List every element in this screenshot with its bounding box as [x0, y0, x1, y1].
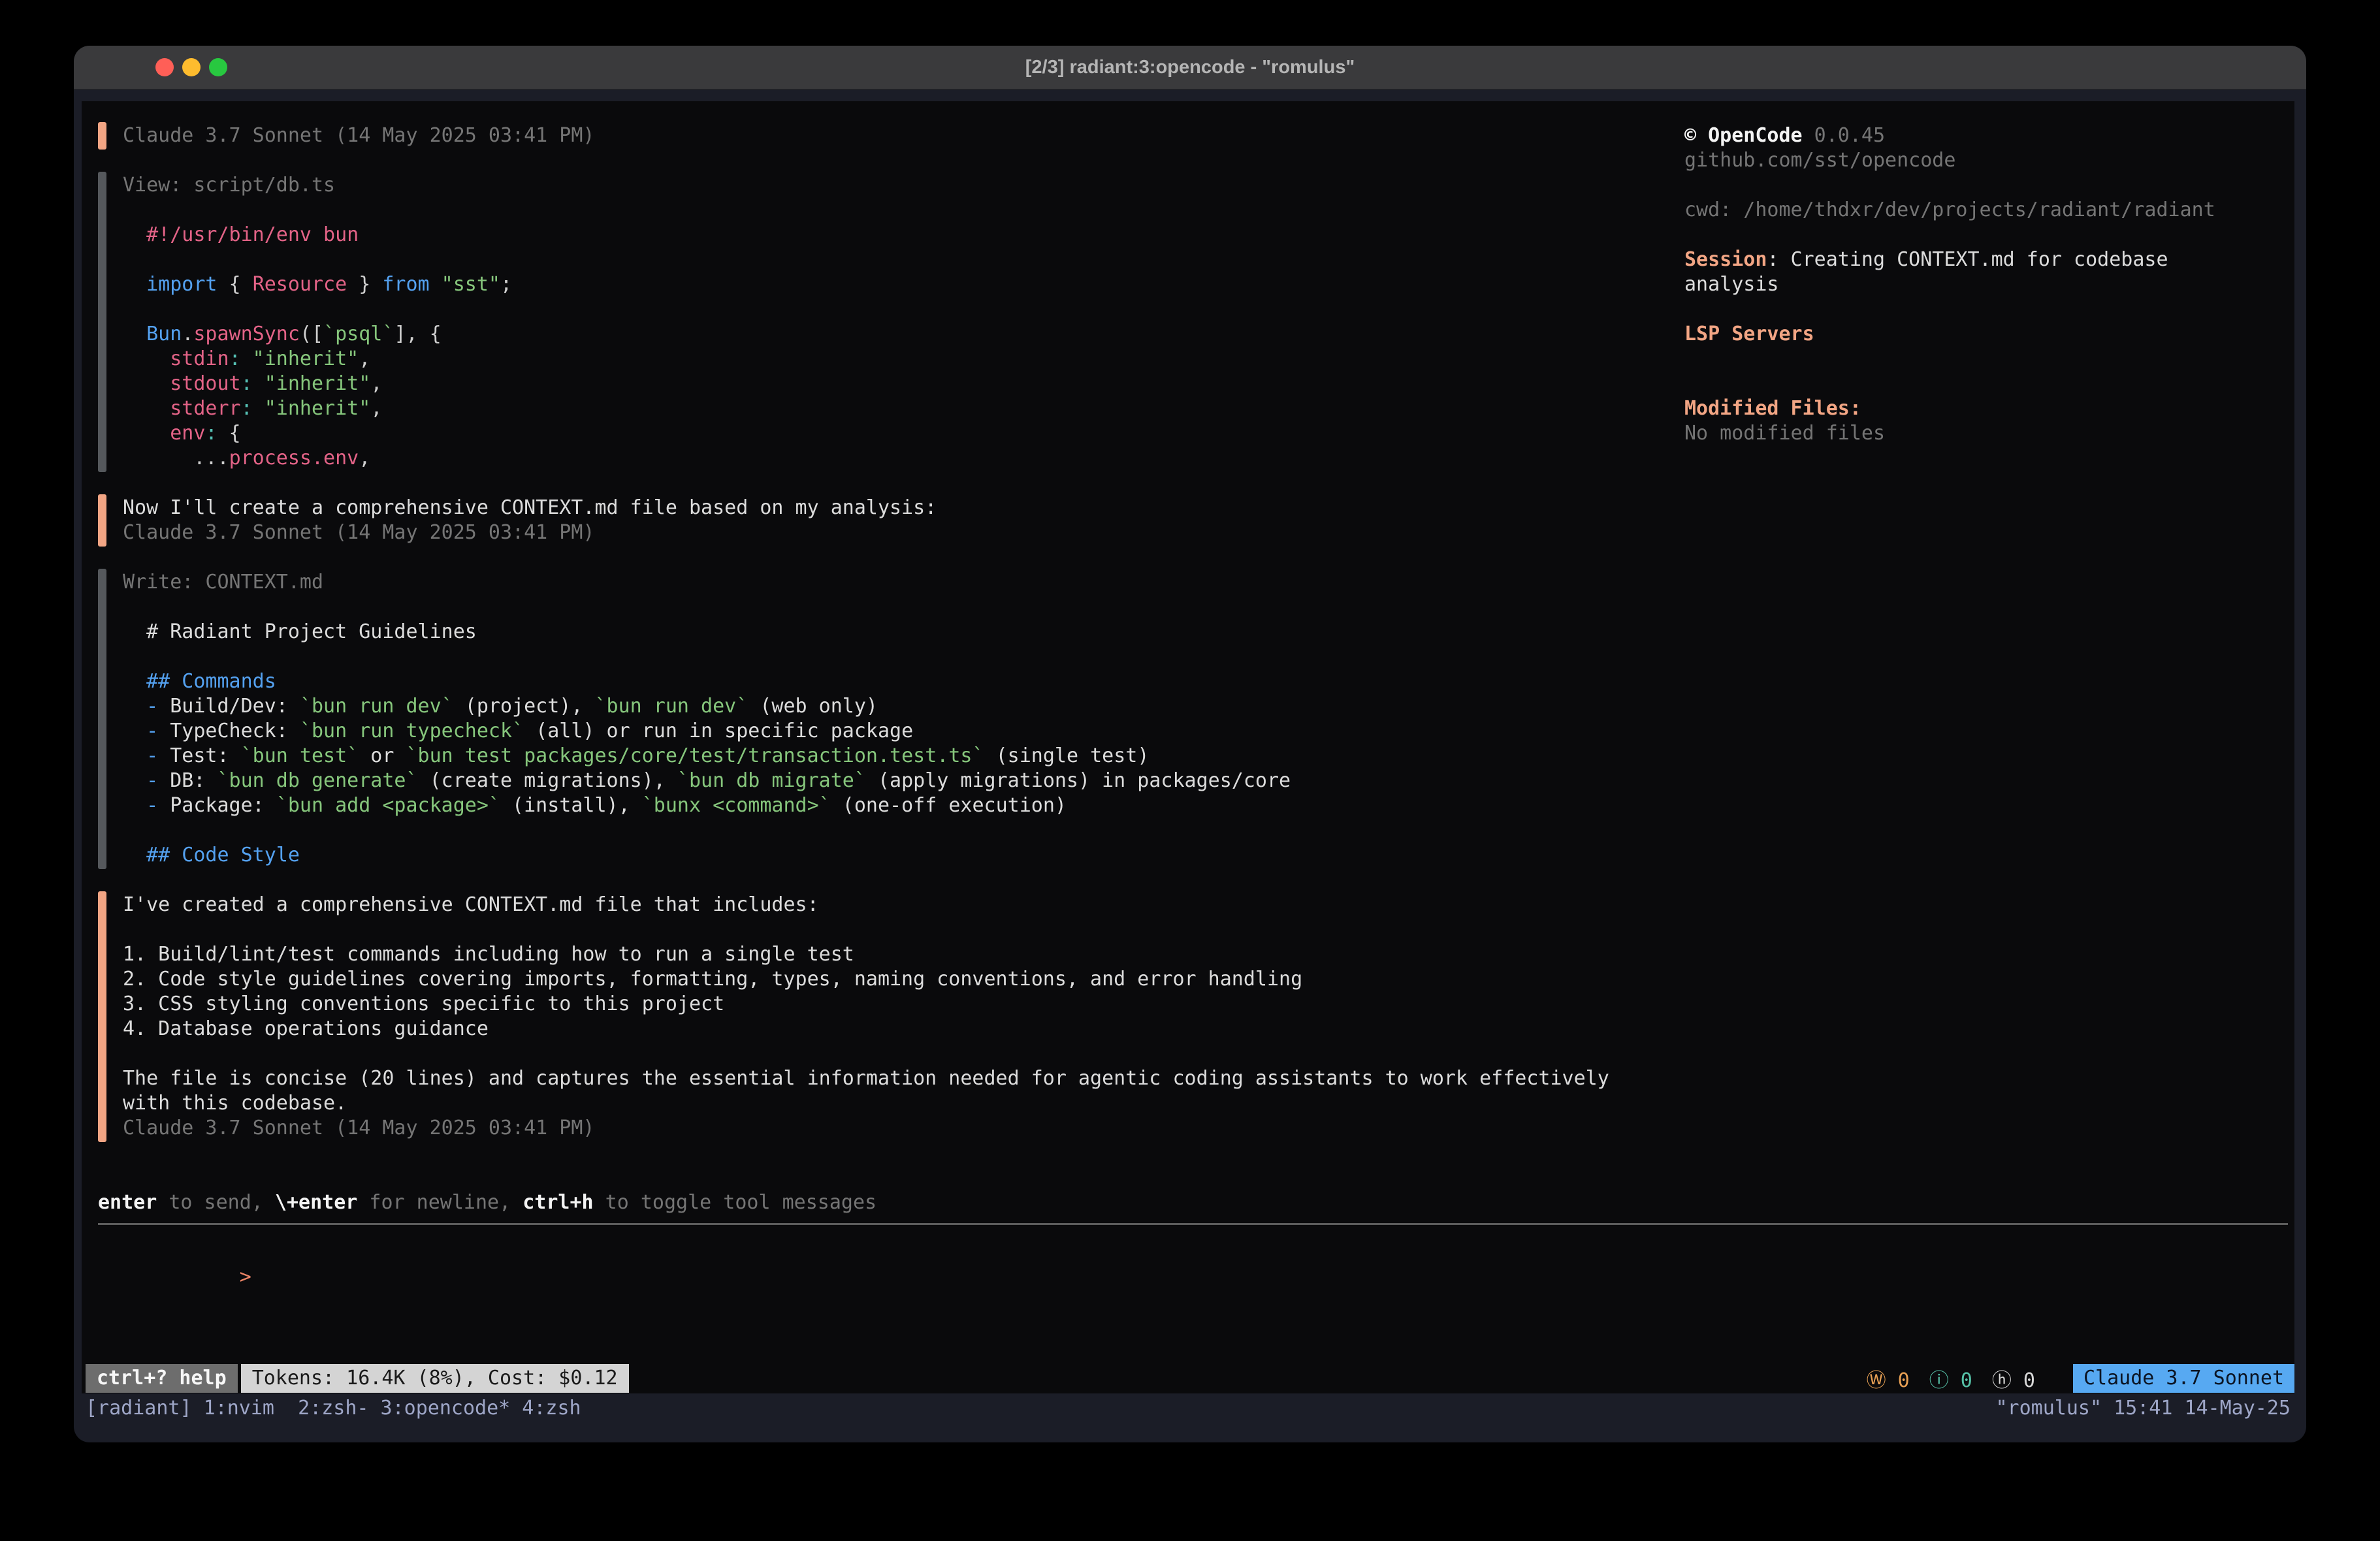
message-accent-bar	[98, 122, 106, 150]
window-title: [2/3] radiant:3:opencode - "romulus"	[1025, 57, 1355, 78]
message-accent-bar	[98, 569, 106, 869]
sidebar-line	[1684, 223, 2215, 247]
sidebar: © OpenCode 0.0.45github.com/sst/opencode…	[1684, 123, 2215, 446]
message-accent-bar	[98, 172, 106, 472]
tokens-cost-chip: Tokens: 16.4K (8%), Cost: $0.12	[241, 1364, 629, 1393]
terminal-line: I've created a comprehensive CONTEXT.md …	[123, 893, 2288, 917]
zoom-button[interactable]	[209, 58, 227, 76]
terminal-line: ## Commands	[123, 669, 2288, 694]
terminal-line: ...process.env,	[123, 446, 2288, 471]
message-block-tool-write: Write: CONTEXT.md # Radiant Project Guid…	[98, 570, 2288, 868]
sidebar-line: Modified Files:	[1684, 396, 2215, 421]
terminal-line: - TypeCheck: `bun run typecheck` (all) o…	[123, 719, 2288, 744]
terminal-line	[123, 644, 2288, 669]
sidebar-line	[1684, 372, 2215, 396]
sidebar-line: Session: Creating CONTEXT.md for codebas…	[1684, 247, 2215, 272]
model-badge: Claude 3.7 Sonnet	[2073, 1364, 2294, 1393]
input-divider	[98, 1223, 2288, 1225]
diagnostic-info-icon: ⓘ 0	[1929, 1369, 1972, 1392]
terminal-line: 1. Build/lint/test commands including ho…	[123, 942, 2288, 967]
sidebar-line: cwd: /home/thdxr/dev/projects/radiant/ra…	[1684, 198, 2215, 223]
sidebar-line	[1684, 173, 2215, 198]
sidebar-line: © OpenCode 0.0.45	[1684, 123, 2215, 148]
sidebar-lines: © OpenCode 0.0.45github.com/sst/opencode…	[1684, 123, 2215, 446]
terminal-line: 2. Code style guidelines covering import…	[123, 967, 2288, 992]
minimize-button[interactable]	[182, 58, 201, 76]
help-shortcut-chip: ctrl+? help	[86, 1364, 238, 1393]
message-block-assistant: I've created a comprehensive CONTEXT.md …	[98, 893, 2288, 1141]
terminal-line: Write: CONTEXT.md	[123, 570, 2288, 595]
message-block-assistant: Now I'll create a comprehensive CONTEXT.…	[98, 496, 2288, 545]
input-hint: enter to send, \+enter for newline, ctrl…	[98, 1190, 2288, 1215]
tmux-session-clock: "romulus" 15:41 14-May-25	[1995, 1397, 2291, 1420]
tmux-windows[interactable]: [radiant] 1:nvim 2:zsh- 3:opencode* 4:zs…	[86, 1397, 581, 1420]
terminal-line: - Package: `bun add <package>` (install)…	[123, 793, 2288, 818]
terminal-body: Claude 3.7 Sonnet (14 May 2025 03:41 PM)…	[74, 89, 2306, 1442]
sidebar-line	[1684, 297, 2215, 322]
terminal-line	[123, 1041, 2288, 1066]
sidebar-line: github.com/sst/opencode	[1684, 148, 2215, 173]
terminal-window: [2/3] radiant:3:opencode - "romulus" Cla…	[74, 46, 2306, 1442]
terminal-line: 3. CSS styling conventions specific to t…	[123, 992, 2288, 1017]
prompt-input[interactable]: >	[98, 1240, 2288, 1265]
opencode-statusbar: ctrl+? help Tokens: 16.4K (8%), Cost: $0…	[86, 1364, 2294, 1393]
terminal-line: - DB: `bun db generate` (create migratio…	[123, 769, 2288, 793]
message-accent-bar	[98, 494, 106, 547]
terminal-line: Now I'll create a comprehensive CONTEXT.…	[123, 496, 2288, 520]
sidebar-line: analysis	[1684, 272, 2215, 297]
terminal-line: # Radiant Project Guidelines	[123, 620, 2288, 644]
sidebar-line	[1684, 347, 2215, 372]
prompt-marker: >	[240, 1265, 251, 1288]
terminal-line: - Test: `bun test` or `bun test packages…	[123, 744, 2288, 769]
sidebar-line: No modified files	[1684, 421, 2215, 446]
terminal-line: The file is concise (20 lines) and captu…	[123, 1066, 2288, 1091]
terminal-line	[123, 595, 2288, 620]
sidebar-line: LSP Servers	[1684, 322, 2215, 347]
diagnostic-warnings-icon: Ⓦ 0	[1867, 1369, 1910, 1392]
terminal-line: Claude 3.7 Sonnet (14 May 2025 03:41 PM)	[123, 1116, 2288, 1141]
terminal-line	[123, 818, 2288, 843]
terminal-line: ## Code Style	[123, 843, 2288, 868]
terminal-line: with this codebase.	[123, 1091, 2288, 1116]
terminal-line: 4. Database operations guidance	[123, 1017, 2288, 1041]
opencode-screen: Claude 3.7 Sonnet (14 May 2025 03:41 PM)…	[82, 101, 2294, 1393]
window-titlebar: [2/3] radiant:3:opencode - "romulus"	[74, 46, 2306, 89]
input-area: enter to send, \+enter for newline, ctrl…	[98, 1190, 2288, 1265]
terminal-line: Claude 3.7 Sonnet (14 May 2025 03:41 PM)	[123, 520, 2288, 545]
diagnostic-hints-icon: ⓗ 0	[1992, 1369, 2035, 1392]
message-accent-bar	[98, 891, 106, 1142]
tmux-status-line: [radiant] 1:nvim 2:zsh- 3:opencode* 4:zs…	[82, 1393, 2294, 1422]
close-button[interactable]	[155, 58, 174, 76]
diagnostics: Ⓦ 0 ⓘ 0 ⓗ 0	[1867, 1364, 2055, 1393]
terminal-line	[123, 917, 2288, 942]
terminal-line: - Build/Dev: `bun run dev` (project), `b…	[123, 694, 2288, 719]
